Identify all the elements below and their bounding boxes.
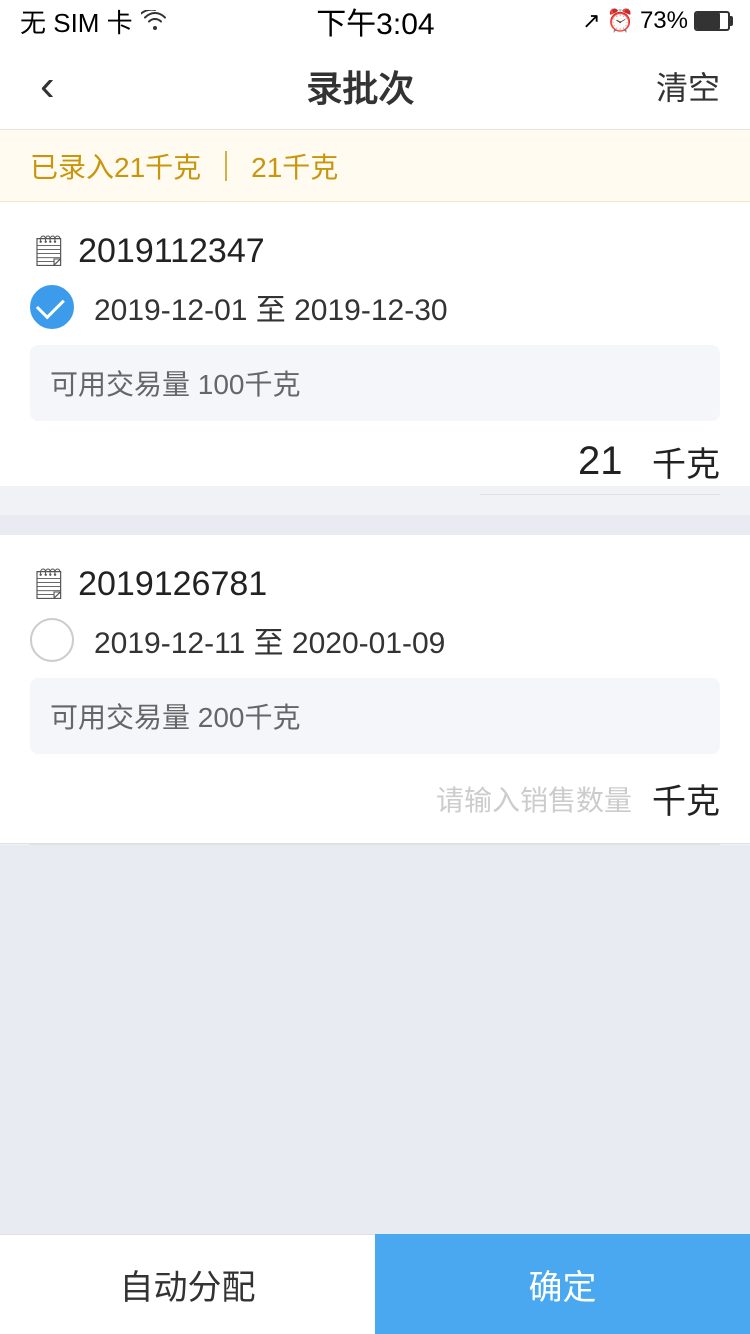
batch-radio-1[interactable]	[30, 285, 74, 329]
status-right: ↗ ⏰ 73%	[582, 7, 730, 35]
carrier-text: 无 SIM 卡	[20, 3, 133, 40]
nav-bar: ‹ 录批次 清空	[0, 42, 750, 130]
location-icon: ↗	[582, 8, 600, 34]
quantity-display-row-1: 21 千克	[0, 421, 750, 486]
status-time: 下午3:04	[316, 0, 434, 43]
status-bar: 无 SIM 卡 下午3:04 ↗ ⏰ 73%	[0, 0, 750, 42]
bottom-bar: 自动分配 确定	[0, 1234, 750, 1334]
back-button[interactable]: ‹	[30, 51, 65, 121]
batch-separator	[0, 515, 750, 535]
confirm-button[interactable]: 确定	[375, 1234, 750, 1334]
alarm-icon: ⏰	[607, 8, 634, 34]
batch-id-2: 2019126781	[78, 565, 267, 604]
quantity-line-1	[480, 494, 720, 495]
summary-amount: 21千克	[251, 146, 338, 186]
summary-bar: 已录入21千克 21千克	[0, 130, 750, 202]
summary-recorded: 已录入21千克	[30, 146, 201, 186]
batch-item-1: 🗒 2019112347 2019-12-01 至 2019-12-30 可用交…	[0, 202, 750, 421]
clear-button[interactable]: 清空	[656, 63, 720, 109]
batch-available-1: 可用交易量 100千克	[30, 345, 720, 421]
batch-header-1: 🗒 2019112347	[30, 232, 720, 271]
summary-divider	[225, 151, 227, 181]
batch-radio-2[interactable]	[30, 618, 74, 662]
batch-item-2: 🗒 2019126781 2019-12-11 至 2020-01-09 可用交…	[0, 535, 750, 754]
quantity-value-1: 21	[578, 439, 623, 484]
batch-date-1: 2019-12-01 至 2019-12-30	[94, 285, 448, 329]
auto-distribute-button[interactable]: 自动分配	[0, 1234, 375, 1334]
batch-available-2: 可用交易量 200千克	[30, 678, 720, 754]
batch-row-1[interactable]: 2019-12-01 至 2019-12-30	[30, 285, 720, 329]
battery-icon	[694, 11, 730, 31]
batch-date-2: 2019-12-11 至 2020-01-09	[94, 618, 445, 662]
batch-id-1: 2019112347	[78, 232, 265, 271]
quantity-unit-2: 千克	[652, 774, 720, 823]
batch-id-icon-1: 🗒	[30, 234, 68, 269]
quantity-unit-1: 千克	[643, 437, 720, 486]
batch-header-2: 🗒 2019126781	[30, 565, 720, 604]
battery-text: 73%	[640, 7, 688, 35]
status-left: 无 SIM 卡	[20, 3, 169, 40]
batch-row-2[interactable]: 2019-12-11 至 2020-01-09	[30, 618, 720, 662]
quantity-placeholder-2: 请输入销售数量	[436, 779, 632, 819]
page-title: 录批次	[306, 60, 414, 112]
batch-id-icon-2: 🗒	[30, 567, 68, 602]
wifi-icon	[141, 6, 169, 37]
page-content: 🗒 2019112347 2019-12-01 至 2019-12-30 可用交…	[0, 202, 750, 1306]
quantity-input-row-2: 请输入销售数量 千克	[0, 754, 750, 844]
